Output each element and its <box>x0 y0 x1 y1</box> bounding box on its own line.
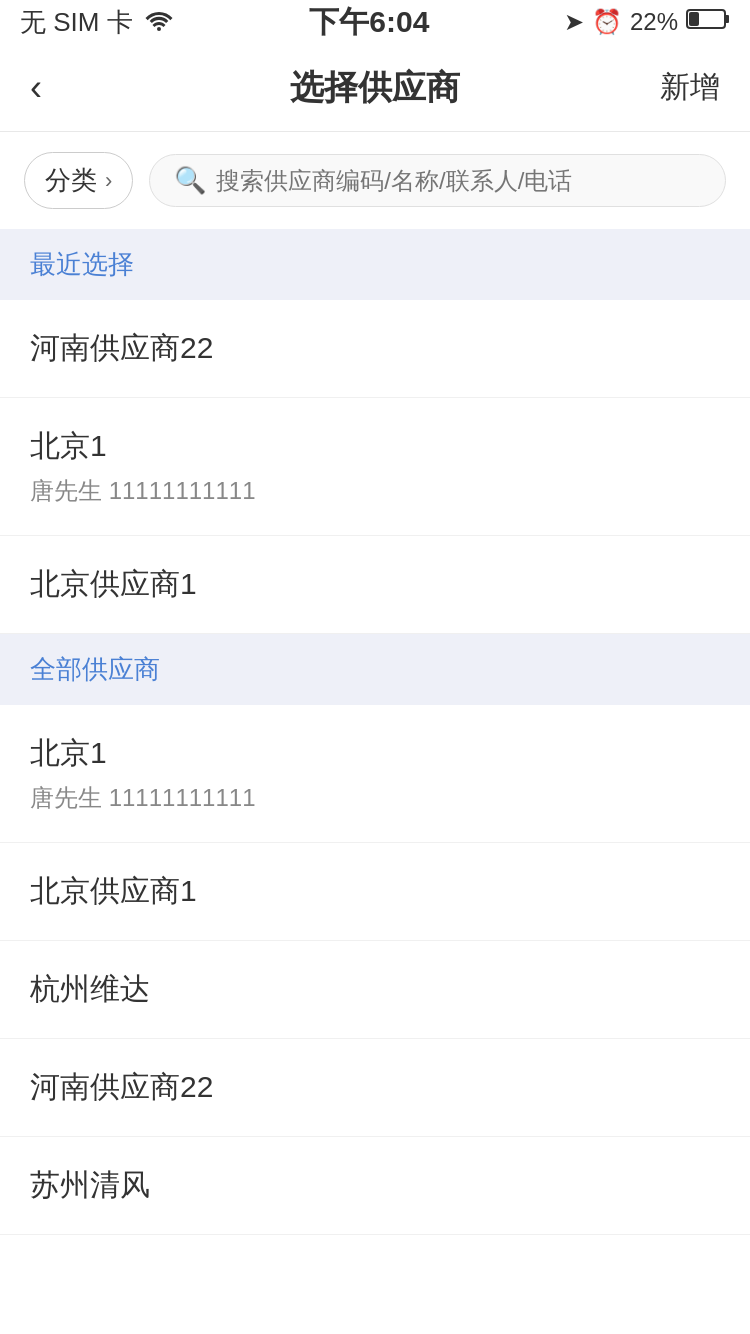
list-item[interactable]: 河南供应商22 <box>0 300 750 398</box>
battery-icon <box>686 8 730 36</box>
nav-bar: ‹ 选择供应商 新增 <box>0 44 750 132</box>
status-bar: 无 SIM 卡 下午6:04 ➤ ⏰ 22% <box>0 0 750 44</box>
add-button[interactable]: 新增 <box>660 67 720 108</box>
section-header-recent: 最近选择 <box>0 229 750 300</box>
back-button[interactable]: ‹ <box>30 67 90 109</box>
item-name: 苏州清风 <box>30 1165 720 1206</box>
sim-status: 无 SIM 卡 <box>20 5 133 40</box>
status-right: ➤ ⏰ 22% <box>564 8 730 36</box>
section-header-all: 全部供应商 <box>0 634 750 705</box>
list-item[interactable]: 河南供应商22 <box>0 1039 750 1137</box>
wifi-icon <box>143 7 175 38</box>
status-left: 无 SIM 卡 <box>20 5 175 40</box>
item-name: 杭州维达 <box>30 969 720 1010</box>
search-box: 🔍 <box>149 154 726 207</box>
time-display: 下午6:04 <box>309 2 429 43</box>
item-name: 北京1 <box>30 426 720 467</box>
list-item[interactable]: 杭州维达 <box>0 941 750 1039</box>
search-input[interactable] <box>216 167 701 195</box>
item-sub: 唐先生 11111111111 <box>30 782 720 814</box>
location-icon: ➤ <box>564 8 584 36</box>
svg-point-0 <box>157 27 161 31</box>
item-sub: 唐先生 11111111111 <box>30 475 720 507</box>
page-title: 选择供应商 <box>290 65 460 111</box>
list-item[interactable]: 北京1 唐先生 11111111111 <box>0 398 750 536</box>
svg-rect-2 <box>725 15 729 23</box>
filter-bar: 分类 › 🔍 <box>0 132 750 229</box>
search-icon: 🔍 <box>174 165 206 196</box>
item-name: 北京1 <box>30 733 720 774</box>
list-item[interactable]: 北京供应商1 <box>0 843 750 941</box>
chevron-right-icon: › <box>105 168 112 194</box>
item-name: 河南供应商22 <box>30 1067 720 1108</box>
category-button[interactable]: 分类 › <box>24 152 133 209</box>
item-name: 北京供应商1 <box>30 871 720 912</box>
list-item[interactable]: 北京1 唐先生 11111111111 <box>0 705 750 843</box>
battery-level: 22% <box>630 8 678 36</box>
category-label: 分类 <box>45 163 97 198</box>
list-item[interactable]: 北京供应商1 <box>0 536 750 634</box>
svg-rect-3 <box>689 12 699 26</box>
item-name: 北京供应商1 <box>30 564 720 605</box>
supplier-list: 最近选择河南供应商22 北京1 唐先生 11111111111 北京供应商1 全部供应商… <box>0 229 750 1235</box>
list-item[interactable]: 苏州清风 <box>0 1137 750 1235</box>
alarm-icon: ⏰ <box>592 8 622 36</box>
item-name: 河南供应商22 <box>30 328 720 369</box>
